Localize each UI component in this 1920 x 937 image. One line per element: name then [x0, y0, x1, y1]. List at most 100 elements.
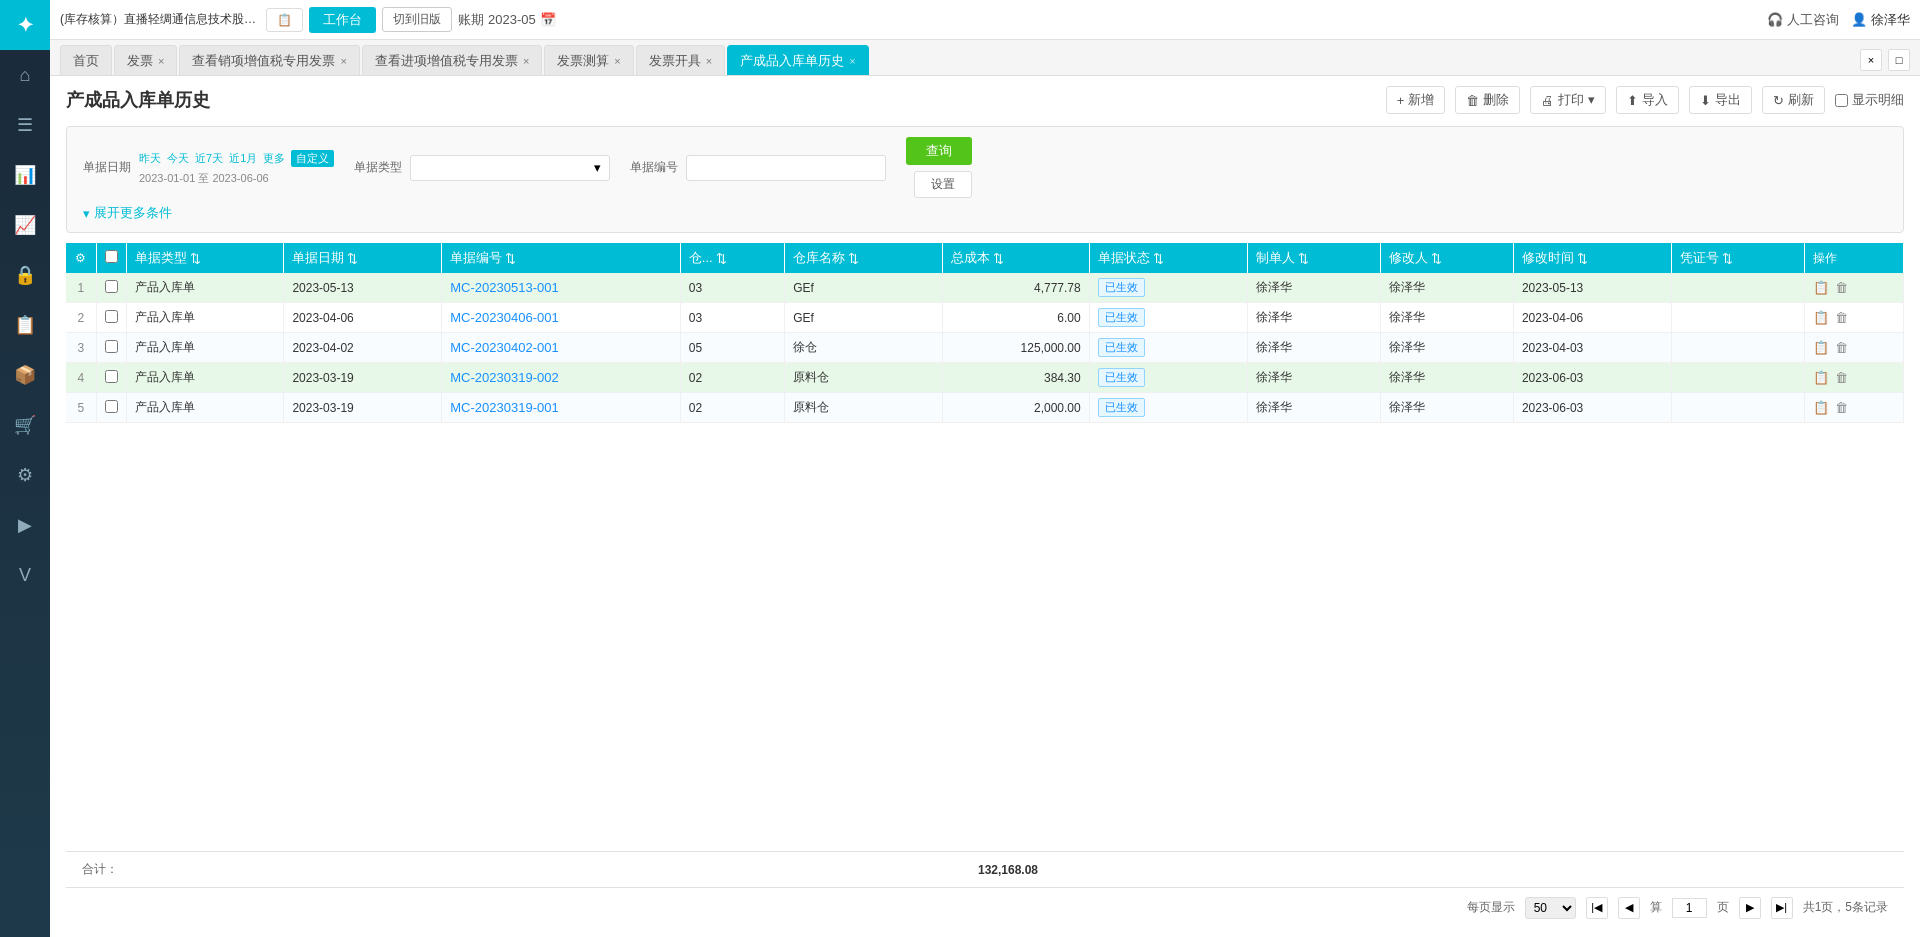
row-edit-icon[interactable]: 📋 [1813, 370, 1829, 385]
tab-issue-close[interactable]: × [706, 55, 712, 67]
row-delete-icon[interactable]: 🗑 [1835, 400, 1848, 415]
date-custom[interactable]: 自定义 [291, 150, 334, 167]
row-checkbox[interactable] [105, 340, 118, 353]
tab-purchase-close[interactable]: × [523, 55, 529, 67]
sidebar-gear[interactable]: ⚙ [0, 450, 50, 500]
row-edit-icon[interactable]: 📋 [1813, 310, 1829, 325]
th-checkbox[interactable] [96, 243, 126, 273]
date-7days[interactable]: 近7天 [195, 151, 223, 166]
company-name: (库存核算）直播轻绸通信息技术股份... [60, 11, 260, 28]
tab-calc[interactable]: 发票测算 × [544, 45, 633, 75]
print-btn[interactable]: 🖨 打印 ▾ [1530, 86, 1606, 114]
show-detail-checkbox[interactable] [1835, 94, 1848, 107]
tab-product-history-close[interactable]: × [849, 55, 855, 67]
user-name-area[interactable]: 👤 徐泽华 [1851, 11, 1910, 29]
row-delete-icon[interactable]: 🗑 [1835, 370, 1848, 385]
select-all-checkbox[interactable] [105, 250, 118, 263]
th-settings[interactable]: ⚙ [66, 243, 96, 273]
row-delete-icon[interactable]: 🗑 [1835, 310, 1848, 325]
row-edit-icon[interactable]: 📋 [1813, 280, 1829, 295]
delete-btn[interactable]: 🗑 删除 [1455, 86, 1520, 114]
tab-issue[interactable]: 发票开具 × [636, 45, 725, 75]
sidebar-v[interactable]: V [0, 550, 50, 600]
table-row: 2 产品入库单 2023-04-06 MC-20230406-001 03 GE… [66, 303, 1904, 333]
chevron-down-icon: ▾ [594, 160, 601, 175]
row-checkbox[interactable] [105, 370, 118, 383]
row-actions: 📋 🗑 [1804, 393, 1903, 423]
refresh-label: 刷新 [1788, 91, 1814, 109]
per-page-label: 每页显示 [1467, 899, 1515, 916]
row-checkbox-cell[interactable] [96, 303, 126, 333]
page-input[interactable] [1672, 898, 1707, 918]
search-bar: 单据日期 昨天 今天 近7天 近1月 更多 自定义 2023-01-01 至 2… [66, 126, 1904, 233]
row-delete-icon[interactable]: 🗑 [1835, 280, 1848, 295]
switch-btn[interactable]: 切到旧版 [382, 7, 452, 32]
sidebar-box[interactable]: 📦 [0, 350, 50, 400]
query-btn[interactable]: 查询 [906, 137, 972, 165]
last-page-btn[interactable]: ▶| [1771, 897, 1793, 919]
tab-home[interactable]: 首页 [60, 45, 112, 75]
row-modtime: 2023-05-13 [1513, 273, 1671, 303]
row-checkbox-cell[interactable] [96, 363, 126, 393]
first-page-btn[interactable]: |◀ [1586, 897, 1608, 919]
sidebar-analytics[interactable]: 📊 [0, 150, 50, 200]
new-btn[interactable]: + 新增 [1386, 86, 1446, 114]
row-number-link[interactable]: MC-20230319-001 [442, 393, 681, 423]
calendar-icon[interactable]: 📅 [540, 12, 556, 27]
account-period-label: 账期 [458, 11, 484, 29]
row-status: 已生效 [1089, 363, 1247, 393]
next-page-btn[interactable]: ▶ [1739, 897, 1761, 919]
sidebar-cart[interactable]: 🛒 [0, 400, 50, 450]
tab-sales-invoice-label: 查看销项增值税专用发票 [192, 52, 335, 70]
table-header-row: ⚙ 单据类型 ⇅ 单据日期 ⇅ 单据编号 ⇅ 仓... ⇅ 仓库名称 ⇅ 总成本… [66, 243, 1904, 273]
row-checkbox-cell[interactable] [96, 273, 126, 303]
date-yesterday[interactable]: 昨天 [139, 151, 161, 166]
prev-page-btn[interactable]: ◀ [1618, 897, 1640, 919]
row-wcode: 03 [680, 303, 784, 333]
per-page-select[interactable]: 50 100 200 [1525, 897, 1576, 919]
row-checkbox[interactable] [105, 280, 118, 293]
import-btn[interactable]: ⬆ 导入 [1616, 86, 1679, 114]
row-edit-icon[interactable]: 📋 [1813, 400, 1829, 415]
tab-product-history[interactable]: 产成品入库单历史 × [727, 45, 868, 75]
row-number-link[interactable]: MC-20230406-001 [442, 303, 681, 333]
refresh-btn[interactable]: ↻ 刷新 [1762, 86, 1825, 114]
tab-expand-btn[interactable]: □ [1888, 49, 1910, 71]
row-edit-icon[interactable]: 📋 [1813, 340, 1829, 355]
tab-sales-close[interactable]: × [340, 55, 346, 67]
user-service[interactable]: 🎧 人工咨询 [1767, 11, 1839, 29]
row-checkbox[interactable] [105, 310, 118, 323]
date-today[interactable]: 今天 [167, 151, 189, 166]
copy-btn[interactable]: 📋 [266, 8, 303, 32]
expand-btn[interactable]: ▾ 展开更多条件 [83, 204, 1887, 222]
row-checkbox-cell[interactable] [96, 333, 126, 363]
row-number-link[interactable]: MC-20230319-002 [442, 363, 681, 393]
sidebar-lock[interactable]: 🔒 [0, 250, 50, 300]
workbench-btn[interactable]: 工作台 [309, 7, 376, 33]
row-number-link[interactable]: MC-20230513-001 [442, 273, 681, 303]
export-btn[interactable]: ⬇ 导出 [1689, 86, 1752, 114]
row-delete-icon[interactable]: 🗑 [1835, 340, 1848, 355]
type-select[interactable]: ▾ [410, 155, 610, 181]
sidebar-chart[interactable]: 📈 [0, 200, 50, 250]
tab-invoice[interactable]: 发票 × [114, 45, 177, 75]
row-number-link[interactable]: MC-20230402-001 [442, 333, 681, 363]
sidebar-doc[interactable]: 📋 [0, 300, 50, 350]
sidebar-home[interactable]: ⌂ [0, 50, 50, 100]
date-more[interactable]: 更多 [263, 151, 285, 166]
sidebar-menu[interactable]: ☰ [0, 100, 50, 150]
sidebar-play[interactable]: ▶ [0, 500, 50, 550]
tab-sales-invoice[interactable]: 查看销项增值税专用发票 × [179, 45, 359, 75]
date-1month[interactable]: 近1月 [229, 151, 257, 166]
th-type: 单据类型 ⇅ [126, 243, 284, 273]
tab-calc-close[interactable]: × [614, 55, 620, 67]
show-detail-label[interactable]: 显示明细 [1835, 91, 1904, 109]
row-checkbox[interactable] [105, 400, 118, 413]
app-logo[interactable]: ✦ [0, 0, 50, 50]
settings-btn[interactable]: 设置 [914, 171, 972, 198]
row-checkbox-cell[interactable] [96, 393, 126, 423]
tab-invoice-close[interactable]: × [158, 55, 164, 67]
tab-close-btn[interactable]: × [1860, 49, 1882, 71]
tab-purchase-invoice[interactable]: 查看进项增值税专用发票 × [362, 45, 542, 75]
number-input[interactable] [686, 155, 886, 181]
